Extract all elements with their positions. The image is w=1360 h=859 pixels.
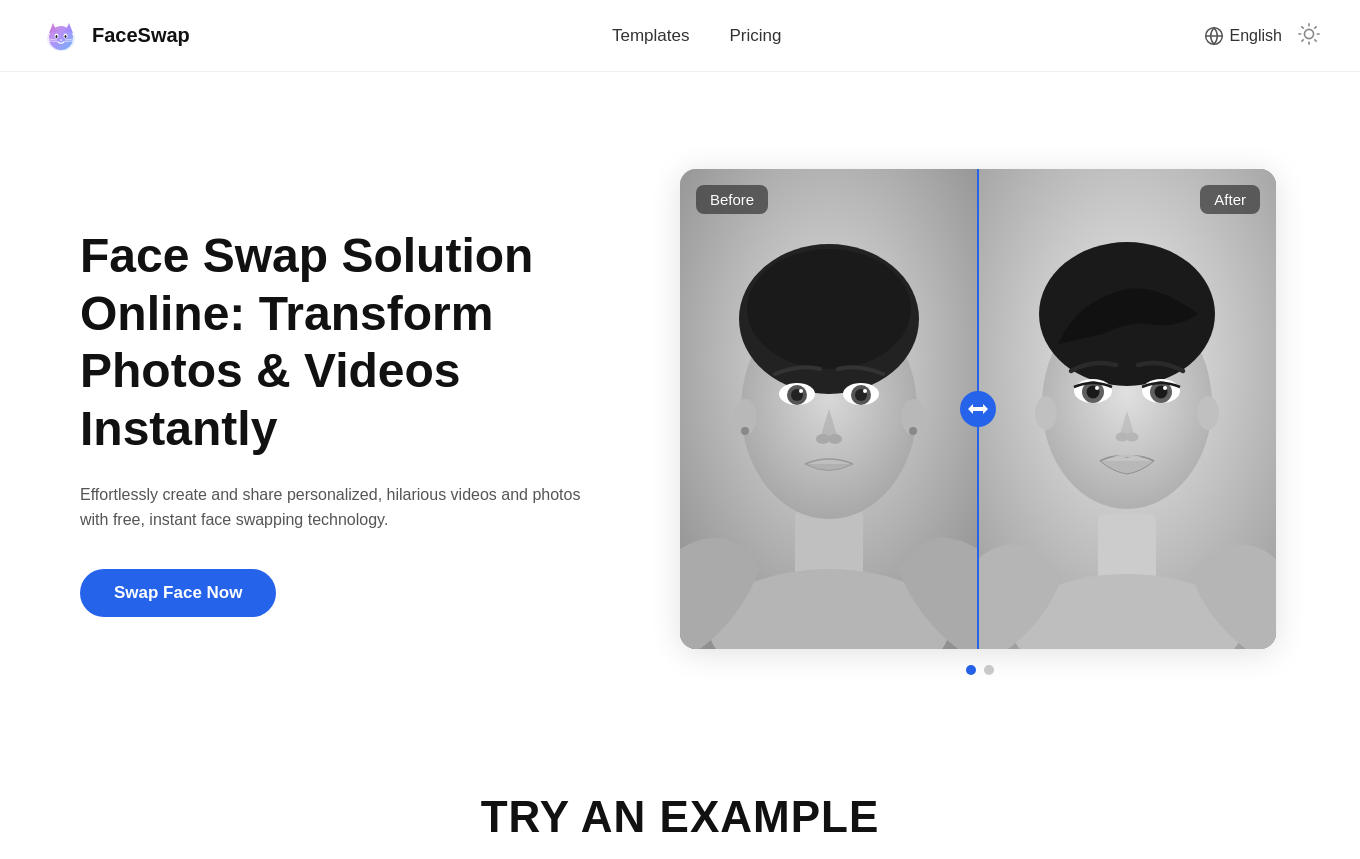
faceswap-logo-icon (40, 15, 82, 57)
hero-compare-area: Before After (680, 169, 1280, 675)
svg-point-7 (56, 35, 58, 38)
svg-point-43 (909, 427, 917, 435)
svg-line-22 (1302, 39, 1303, 40)
svg-line-23 (1315, 26, 1316, 27)
svg-point-4 (49, 26, 73, 50)
sun-icon (1298, 23, 1320, 45)
after-face-illustration (978, 169, 1276, 649)
theme-toggle[interactable] (1298, 23, 1320, 49)
svg-point-58 (1163, 386, 1167, 390)
svg-point-50 (1197, 396, 1219, 430)
carousel-dots (680, 665, 1280, 675)
dot-2[interactable] (984, 665, 994, 675)
svg-line-13 (65, 41, 73, 42)
compare-handle[interactable] (960, 391, 996, 427)
svg-line-19 (1315, 39, 1316, 40)
nav-actions: English (1204, 23, 1320, 49)
dot-1[interactable] (966, 665, 976, 675)
svg-point-49 (1035, 396, 1057, 430)
nav-brand-group: FaceSwap (40, 15, 190, 57)
arrows-icon (968, 402, 988, 416)
svg-point-39 (863, 389, 867, 393)
hero-content: Face Swap Solution Online: Transform Pho… (80, 227, 640, 617)
svg-point-15 (1304, 29, 1313, 38)
nav-link-templates[interactable]: Templates (612, 22, 689, 50)
globe-icon (1204, 26, 1224, 46)
swap-face-now-button[interactable]: Swap Face Now (80, 569, 276, 617)
brand-name: FaceSwap (92, 24, 190, 47)
svg-point-29 (747, 249, 911, 369)
svg-line-18 (1302, 26, 1303, 27)
nav-links: Templates Pricing (612, 22, 781, 50)
hero-title: Face Swap Solution Online: Transform Pho… (80, 227, 640, 457)
svg-point-54 (1095, 386, 1099, 390)
svg-point-60 (1126, 433, 1139, 442)
language-label: English (1230, 27, 1282, 45)
before-face-illustration (680, 169, 978, 649)
language-selector[interactable]: English (1204, 26, 1282, 46)
svg-point-41 (828, 434, 842, 444)
navbar: FaceSwap Templates Pricing English (0, 0, 1360, 72)
svg-line-11 (49, 41, 57, 42)
try-example-section: TRY AN EXAMPLE (0, 752, 1360, 859)
compare-after-side (978, 169, 1276, 649)
image-compare-widget[interactable]: Before After (680, 169, 1276, 649)
after-label: After (1200, 185, 1260, 214)
nav-link-pricing[interactable]: Pricing (729, 22, 781, 50)
hero-description: Effortlessly create and share personaliz… (80, 482, 600, 533)
compare-before-side (680, 169, 978, 649)
svg-point-8 (65, 35, 67, 38)
try-example-title: TRY AN EXAMPLE (80, 792, 1280, 842)
svg-point-42 (741, 427, 749, 435)
hero-section: Face Swap Solution Online: Transform Pho… (0, 72, 1360, 752)
svg-point-40 (816, 434, 830, 444)
before-label: Before (696, 185, 768, 214)
svg-point-9 (60, 39, 62, 41)
svg-point-35 (799, 389, 803, 393)
